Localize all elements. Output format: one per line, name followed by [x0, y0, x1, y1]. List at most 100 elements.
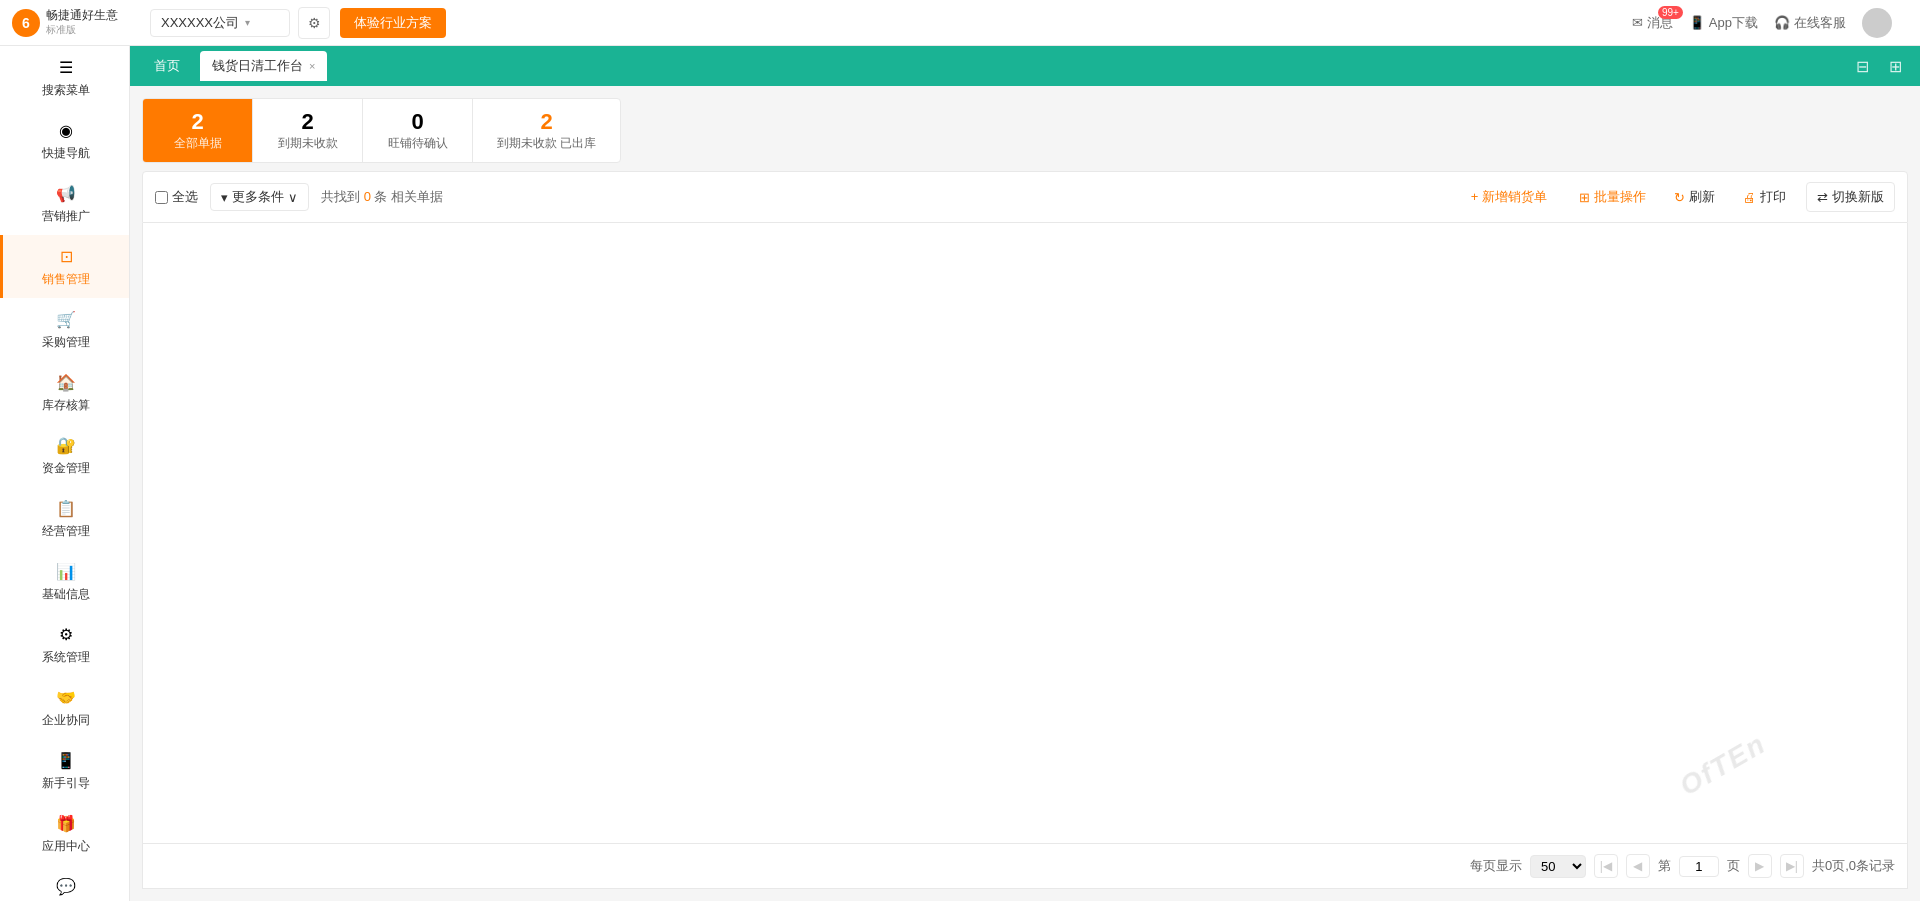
stat-tab-overdue[interactable]: 2 到期未收款	[253, 99, 363, 162]
sidebar-label-nav: 快捷导航	[42, 145, 90, 162]
sidebar-item-guide[interactable]: 📱 新手引导	[0, 739, 129, 802]
online-service-button[interactable]: 🎧 在线客服	[1774, 14, 1846, 32]
table-area	[142, 223, 1908, 844]
stat-count-overdue: 2	[277, 109, 338, 135]
settings-button[interactable]: ⚙	[298, 7, 330, 39]
tab-expand-button[interactable]: ⊞	[1883, 55, 1908, 78]
sidebar-item-inventory[interactable]: 🏠 库存核算	[0, 361, 129, 424]
filter-icon: ▾	[221, 190, 228, 205]
sidebar-label-purchase: 采购管理	[42, 334, 90, 351]
tab-minimize-button[interactable]: ⊟	[1850, 55, 1875, 78]
batch-op-label: 批量操作	[1594, 188, 1646, 206]
main-content: 2 全部单据 2 到期未收款 0 旺铺待确认 2 到期未收款 已出库	[130, 86, 1920, 901]
sidebar-label-finance: 资金管理	[42, 460, 90, 477]
result-count: 0	[364, 189, 371, 204]
sidebar-item-app-center[interactable]: 🎁 应用中心	[0, 802, 129, 865]
app-download-label: App下载	[1709, 14, 1758, 32]
sidebar-item-operation[interactable]: 📋 经营管理	[0, 487, 129, 550]
tab-work-bench[interactable]: 钱货日清工作台 ×	[200, 51, 327, 81]
stat-tab-pending[interactable]: 0 旺铺待确认	[363, 99, 473, 162]
sidebar-item-enterprise-wx[interactable]: 💬 企业微信	[0, 865, 129, 901]
headset-icon: 🎧	[1774, 15, 1790, 30]
logo-text-area: 畅捷通好生意 标准版	[46, 8, 118, 38]
basic-info-icon: 📊	[55, 560, 77, 582]
more-conditions-button[interactable]: ▾ 更多条件 ∨	[210, 183, 309, 211]
enterprise-wx-icon: 💬	[55, 875, 77, 897]
sidebar-label-marketing: 营销推广	[42, 208, 90, 225]
sidebar-item-basic-info[interactable]: 📊 基础信息	[0, 550, 129, 613]
sidebar-label-sales: 销售管理	[42, 271, 90, 288]
header-right: ✉ 消息 99+ 📱 App下载 🎧 在线客服	[1632, 8, 1908, 38]
sidebar-item-sales[interactable]: ⊡ 销售管理	[0, 235, 129, 298]
result-suffix: 相关单据	[391, 189, 443, 204]
switch-new-button[interactable]: ⇄ 切换新版	[1806, 182, 1895, 212]
result-text: 共找到 0 条 相关单据	[321, 188, 443, 206]
tab-work-bench-label: 钱货日清工作台	[212, 57, 303, 75]
chevron-icon: ∨	[288, 190, 298, 205]
select-all-input[interactable]	[155, 191, 168, 204]
logo-text: 畅捷通好生意	[46, 8, 118, 24]
system-icon: ⚙	[55, 623, 77, 645]
sidebar-item-marketing[interactable]: 📢 营销推广	[0, 172, 129, 235]
switch-icon: ⇄	[1817, 190, 1828, 205]
result-unit: 条	[374, 189, 387, 204]
stat-count-all: 2	[167, 109, 228, 135]
stat-count-pending: 0	[387, 109, 448, 135]
next-page-button[interactable]: ▶	[1748, 854, 1772, 878]
last-page-button[interactable]: ▶|	[1780, 854, 1804, 878]
tab-close-icon[interactable]: ×	[309, 60, 315, 72]
quick-nav-icon: ◉	[55, 119, 77, 141]
print-icon: 🖨	[1743, 190, 1756, 205]
sidebar-label-basic: 基础信息	[42, 586, 90, 603]
select-all-checkbox[interactable]: 全选	[155, 188, 198, 206]
sales-icon: ⊡	[55, 245, 77, 267]
message-badge: 99+	[1658, 6, 1683, 19]
content-area: 首页 钱货日清工作台 × ⊟ ⊞ 2 全部单据 2 到期未收款	[130, 46, 1920, 901]
prev-page-button[interactable]: ◀	[1626, 854, 1650, 878]
logo-badge: 标准版	[46, 23, 118, 37]
page-input[interactable]	[1679, 856, 1719, 877]
enterprise-icon: 🤝	[55, 686, 77, 708]
tab-home-label: 首页	[154, 57, 180, 75]
sidebar-item-search-menu[interactable]: ☰ 搜索菜单	[0, 46, 129, 109]
sidebar-item-purchase[interactable]: 🛒 采购管理	[0, 298, 129, 361]
finance-icon: 🔐	[55, 434, 77, 456]
batch-operation-button[interactable]: ⊞ 批量操作	[1571, 184, 1654, 210]
stat-tab-shipped[interactable]: 2 到期未收款 已出库	[473, 99, 620, 162]
stat-label-pending: 旺铺待确认	[387, 135, 448, 152]
trial-button[interactable]: 体验行业方案	[340, 8, 446, 38]
sidebar-item-finance[interactable]: 🔐 资金管理	[0, 424, 129, 487]
app-download-button[interactable]: 📱 App下载	[1689, 14, 1758, 32]
message-button[interactable]: ✉ 消息 99+	[1632, 14, 1673, 32]
stat-tab-all[interactable]: 2 全部单据	[143, 99, 253, 162]
online-service-label: 在线客服	[1794, 14, 1846, 32]
avatar[interactable]	[1862, 8, 1892, 38]
company-selector[interactable]: XXXXXX公司 ▾	[150, 9, 290, 37]
per-page-select[interactable]: 50 20 100	[1530, 855, 1586, 878]
filter-bar: 全选 ▾ 更多条件 ∨ 共找到 0 条 相关单据 + 新增销货单 ⊞	[142, 171, 1908, 223]
search-menu-icon: ☰	[55, 56, 77, 78]
sidebar-item-enterprise[interactable]: 🤝 企业协同	[0, 676, 129, 739]
main-layout: ☰ 搜索菜单 ◉ 快捷导航 📢 营销推广 ⊡ 销售管理 🛒 采购管理 🏠 库存核…	[0, 46, 1920, 901]
refresh-button[interactable]: ↻ 刷新	[1666, 184, 1723, 210]
stats-tabs: 2 全部单据 2 到期未收款 0 旺铺待确认 2 到期未收款 已出库	[142, 98, 621, 163]
message-icon: ✉	[1632, 15, 1643, 30]
tab-home[interactable]: 首页	[142, 51, 192, 81]
purchase-icon: 🛒	[55, 308, 77, 330]
app-center-icon: 🎁	[55, 812, 77, 834]
pagination: 每页显示 50 20 100 |◀ ◀ 第 页 ▶ ▶| 共0页,0条记录	[142, 844, 1908, 889]
print-button[interactable]: 🖨 打印	[1735, 184, 1794, 210]
tab-actions: ⊟ ⊞	[1850, 55, 1908, 78]
refresh-icon: ↻	[1674, 190, 1685, 205]
first-page-button[interactable]: |◀	[1594, 854, 1618, 878]
tab-bar: 首页 钱货日清工作台 × ⊟ ⊞	[130, 46, 1920, 86]
sidebar-item-quick-nav[interactable]: ◉ 快捷导航	[0, 109, 129, 172]
sidebar-label-guide: 新手引导	[42, 775, 90, 792]
logo-icon: 6	[12, 9, 40, 37]
per-page-label: 每页显示	[1470, 857, 1522, 875]
new-sales-order-button[interactable]: + 新增销货单	[1459, 183, 1559, 211]
phone-icon: 📱	[1689, 15, 1705, 30]
sidebar: ☰ 搜索菜单 ◉ 快捷导航 📢 营销推广 ⊡ 销售管理 🛒 采购管理 🏠 库存核…	[0, 46, 130, 901]
sidebar-item-system[interactable]: ⚙ 系统管理	[0, 613, 129, 676]
sidebar-label-app: 应用中心	[42, 838, 90, 855]
